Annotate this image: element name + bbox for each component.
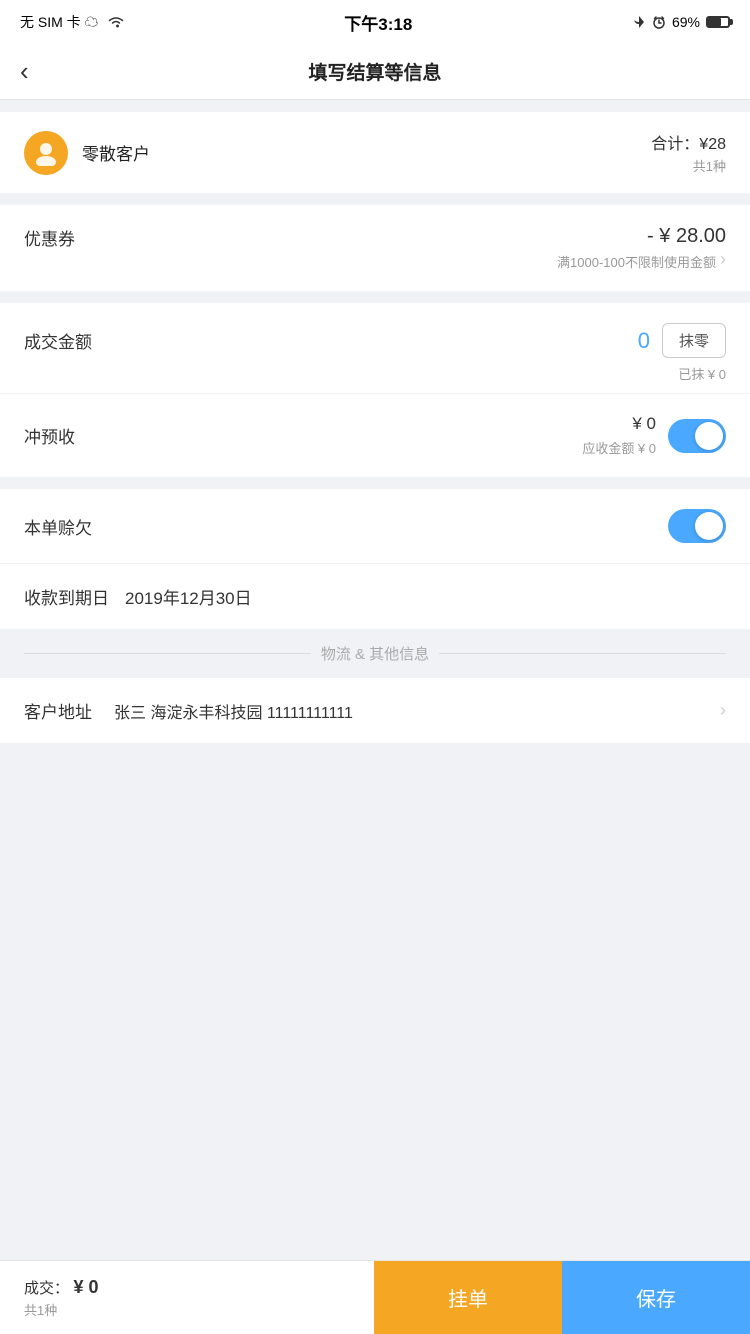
coupon-section[interactable]: 优惠券 - ¥ 28.00 满1000-100不限制使用金额 › (0, 205, 750, 291)
address-value: 张三 海淀永丰科技园 11111111111 (114, 699, 720, 723)
spacer (0, 743, 750, 817)
location-icon (632, 15, 646, 29)
transaction-value[interactable]: 0 (638, 328, 650, 354)
duedate-section: 收款到期日 2019年12月30日 (0, 563, 750, 629)
bottom-bar: 成交： ¥ 0 共1种 挂单 保存 (0, 1260, 750, 1334)
page-title: 填写结算等信息 (308, 58, 441, 85)
customer-name: 零散客户 (82, 140, 150, 165)
battery-icon (706, 16, 730, 28)
status-left: 无 SIM 卡 ☁ (20, 12, 125, 32)
bottom-deal-label: 成交： (24, 1280, 69, 1297)
credit-label: 本单赊欠 (24, 514, 92, 539)
divider-1 (0, 193, 750, 205)
customer-info: 零散客户 (24, 131, 150, 175)
prepay-receivable: 应收金额 ¥ 0 (582, 438, 656, 457)
amount-right: 0 抹零 (638, 323, 726, 358)
prepay-section: 冲预收 ¥ 0 应收金额 ¥ 0 (0, 393, 750, 477)
credit-toggle-knob (695, 512, 723, 540)
duedate-label: 收款到期日 (24, 584, 109, 609)
transaction-label: 成交金额 (24, 328, 92, 353)
duedate-value[interactable]: 2019年12月30日 (125, 584, 252, 609)
status-right: 69% (632, 14, 730, 30)
round-button[interactable]: 抹零 (662, 323, 726, 358)
battery-percent: 69% (672, 14, 700, 30)
prepay-label-wrap: 冲预收 (24, 423, 75, 448)
credit-card: 本单赊欠 收款到期日 2019年12月30日 (0, 489, 750, 629)
customer-row: 零散客户 合计：¥28 共1种 (0, 112, 750, 193)
transaction-amount-section: 成交金额 0 抹零 已抹 ¥ 0 (0, 303, 750, 393)
address-chevron-icon: › (720, 700, 726, 721)
bottom-deal-row: 成交： ¥ 0 (24, 1277, 350, 1298)
prepay-amount: ¥ 0 (632, 414, 656, 434)
coupon-desc: 满1000-100不限制使用金额 (557, 252, 716, 271)
customer-total-section: 合计：¥28 共1种 (651, 130, 726, 175)
wifi-icon (107, 15, 125, 29)
divider-line-left (24, 653, 311, 654)
address-section[interactable]: 客户地址 张三 海淀永丰科技园 11111111111 › (0, 678, 750, 743)
alarm-icon (652, 15, 666, 29)
nav-bar: ‹ 填写结算等信息 (0, 44, 750, 100)
bottom-actions: 挂单 保存 (374, 1261, 750, 1334)
status-bar: 无 SIM 卡 ☁ 下午3:18 69% (0, 0, 750, 44)
address-label: 客户地址 (24, 698, 104, 723)
coupon-right: - ¥ 28.00 满1000-100不限制使用金额 › (557, 225, 726, 271)
person-icon (33, 140, 59, 166)
hang-button[interactable]: 挂单 (374, 1261, 562, 1334)
bottom-deal-amount: ¥ 0 (73, 1277, 98, 1297)
coupon-chevron-icon: › (720, 249, 726, 270)
divider-3 (0, 477, 750, 489)
customer-count: 共1种 (651, 156, 726, 175)
divider-line-right (439, 653, 726, 654)
logistics-label: 物流 & 其他信息 (321, 643, 429, 664)
amount-card: 成交金额 0 抹零 已抹 ¥ 0 冲预收 ¥ 0 应收金额 ¥ 0 (0, 303, 750, 477)
bottom-count: 共1种 (24, 1300, 350, 1319)
back-button[interactable]: ‹ (20, 56, 29, 87)
sim-text: 无 SIM 卡 ☁ (20, 12, 99, 32)
customer-total: 合计：¥28 (651, 130, 726, 154)
round-sub: 已抹 ¥ 0 (24, 364, 726, 383)
avatar (24, 131, 68, 175)
logistics-header: 物流 & 其他信息 (0, 629, 750, 678)
save-button[interactable]: 保存 (562, 1261, 750, 1334)
prepay-right: ¥ 0 应收金额 ¥ 0 (582, 414, 726, 457)
status-time: 下午3:18 (344, 10, 412, 35)
prepay-label: 冲预收 (24, 428, 75, 447)
prepay-amounts: ¥ 0 应收金额 ¥ 0 (582, 414, 656, 457)
toggle-knob (695, 422, 723, 450)
address-card: 客户地址 张三 海淀永丰科技园 11111111111 › (0, 678, 750, 743)
prepay-toggle[interactable] (668, 419, 726, 453)
bottom-info: 成交： ¥ 0 共1种 (0, 1277, 374, 1319)
coupon-label: 优惠券 (24, 225, 75, 250)
coupon-card: 优惠券 - ¥ 28.00 满1000-100不限制使用金额 › (0, 205, 750, 291)
coupon-amount: - ¥ 28.00 (557, 225, 726, 248)
divider-2 (0, 291, 750, 303)
credit-toggle[interactable] (668, 509, 726, 543)
credit-section: 本单赊欠 (0, 489, 750, 563)
